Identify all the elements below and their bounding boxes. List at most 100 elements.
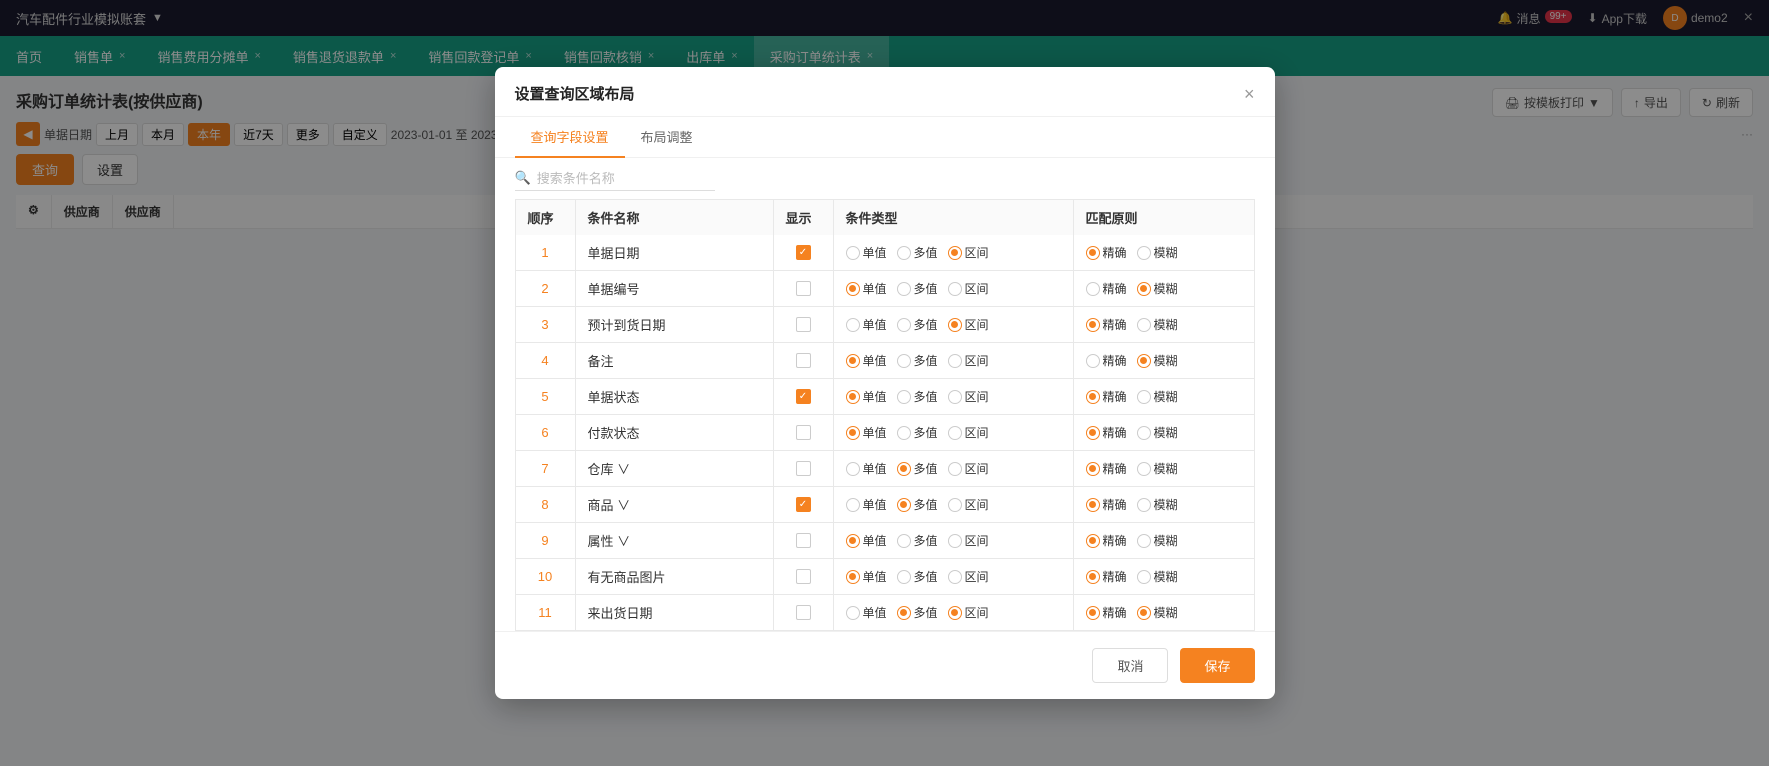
radio-circle-icon [897, 390, 911, 404]
type-radio-item[interactable]: 区间 [948, 352, 989, 369]
type-radio-item[interactable]: 区间 [948, 568, 989, 585]
radio-label: 模糊 [1154, 316, 1178, 333]
row-order: 2 [516, 271, 576, 306]
match-radio-item[interactable]: 模糊 [1137, 424, 1178, 441]
match-radio-item[interactable]: 模糊 [1137, 388, 1178, 405]
radio-circle-icon [846, 426, 860, 440]
type-radio-item[interactable]: 区间 [948, 532, 989, 549]
radio-circle-icon [846, 570, 860, 584]
match-radio-item[interactable]: 模糊 [1137, 532, 1178, 549]
radio-circle-icon [846, 282, 860, 296]
match-radio-item[interactable]: 模糊 [1137, 460, 1178, 477]
match-radio-item[interactable]: 模糊 [1137, 568, 1178, 585]
row-display[interactable] [774, 559, 834, 594]
match-radio-item[interactable]: 精确 [1086, 460, 1127, 477]
display-checkbox[interactable] [796, 605, 811, 620]
radio-label: 单值 [863, 424, 887, 441]
radio-label: 模糊 [1154, 496, 1178, 513]
type-radio-item[interactable]: 单值 [846, 352, 887, 369]
match-radio-item[interactable]: 模糊 [1137, 604, 1178, 621]
type-radio-item[interactable]: 单值 [846, 280, 887, 297]
type-radio-item[interactable]: 多值 [897, 568, 938, 585]
cancel-button[interactable]: 取消 [1092, 648, 1168, 683]
display-checkbox[interactable] [796, 245, 811, 260]
type-radio-item[interactable]: 单值 [846, 604, 887, 621]
type-radio-item[interactable]: 单值 [846, 316, 887, 333]
display-checkbox[interactable] [796, 317, 811, 332]
type-radio-item[interactable]: 单值 [846, 244, 887, 261]
row-display[interactable] [774, 487, 834, 522]
type-radio-item[interactable]: 单值 [846, 496, 887, 513]
match-radio-item[interactable]: 模糊 [1137, 316, 1178, 333]
type-radio-item[interactable]: 多值 [897, 352, 938, 369]
type-radio-item[interactable]: 多值 [897, 280, 938, 297]
match-radio-item[interactable]: 精确 [1086, 532, 1127, 549]
dialog-close-button[interactable]: × [1244, 85, 1255, 103]
row-display[interactable] [774, 379, 834, 414]
match-radio-item[interactable]: 精确 [1086, 244, 1127, 261]
display-checkbox[interactable] [796, 497, 811, 512]
display-checkbox[interactable] [796, 425, 811, 440]
type-radio-item[interactable]: 多值 [897, 316, 938, 333]
type-radio-item[interactable]: 单值 [846, 424, 887, 441]
row-display[interactable] [774, 523, 834, 558]
match-radio-item[interactable]: 精确 [1086, 424, 1127, 441]
type-radio-item[interactable]: 区间 [948, 388, 989, 405]
type-radio-item[interactable]: 区间 [948, 424, 989, 441]
match-radio-item[interactable]: 精确 [1086, 604, 1127, 621]
row-display[interactable] [774, 595, 834, 630]
row-order: 7 [516, 451, 576, 486]
display-checkbox[interactable] [796, 533, 811, 548]
radio-label: 区间 [965, 532, 989, 549]
row-display[interactable] [774, 451, 834, 486]
radio-circle-icon [948, 354, 962, 368]
type-radio-item[interactable]: 单值 [846, 532, 887, 549]
match-radio-item[interactable]: 精确 [1086, 568, 1127, 585]
match-radio-item[interactable]: 模糊 [1137, 280, 1178, 297]
type-radio-item[interactable]: 多值 [897, 388, 938, 405]
type-radio-item[interactable]: 区间 [948, 604, 989, 621]
type-radio-item[interactable]: 单值 [846, 460, 887, 477]
type-radio-item[interactable]: 区间 [948, 460, 989, 477]
match-radio-item[interactable]: 精确 [1086, 316, 1127, 333]
match-radio-item[interactable]: 精确 [1086, 280, 1127, 297]
type-radio-item[interactable]: 多值 [897, 460, 938, 477]
type-radio-item[interactable]: 单值 [846, 388, 887, 405]
type-radio-item[interactable]: 单值 [846, 568, 887, 585]
row-display[interactable] [774, 271, 834, 306]
row-display[interactable] [774, 235, 834, 270]
row-display[interactable] [774, 415, 834, 450]
display-checkbox[interactable] [796, 353, 811, 368]
match-radio-item[interactable]: 精确 [1086, 496, 1127, 513]
display-checkbox[interactable] [796, 569, 811, 584]
row-match: 精确模糊 [1074, 523, 1254, 558]
type-radio-item[interactable]: 多值 [897, 532, 938, 549]
row-display[interactable] [774, 343, 834, 378]
type-radio-item[interactable]: 多值 [897, 496, 938, 513]
type-radio-item[interactable]: 多值 [897, 424, 938, 441]
match-radio-item[interactable]: 模糊 [1137, 244, 1178, 261]
radio-circle-icon [1137, 498, 1151, 512]
type-radio-item[interactable]: 区间 [948, 280, 989, 297]
row-name: 来出货日期 [576, 595, 774, 630]
search-input[interactable] [537, 171, 715, 186]
match-radio-item[interactable]: 精确 [1086, 352, 1127, 369]
save-button[interactable]: 保存 [1180, 648, 1254, 683]
radio-circle-icon [1137, 318, 1151, 332]
display-checkbox[interactable] [796, 281, 811, 296]
radio-circle-icon [846, 318, 860, 332]
type-radio-item[interactable]: 区间 [948, 244, 989, 261]
type-radio-item[interactable]: 区间 [948, 496, 989, 513]
type-radio-item[interactable]: 多值 [897, 244, 938, 261]
dialog-tab-layout[interactable]: 布局调整 [625, 117, 709, 158]
display-checkbox[interactable] [796, 389, 811, 404]
type-radio-item[interactable]: 区间 [948, 316, 989, 333]
row-display[interactable] [774, 307, 834, 342]
match-radio-item[interactable]: 模糊 [1137, 496, 1178, 513]
match-radio-item[interactable]: 精确 [1086, 388, 1127, 405]
radio-label: 多值 [914, 532, 938, 549]
dialog-tab-fields[interactable]: 查询字段设置 [515, 117, 625, 158]
display-checkbox[interactable] [796, 461, 811, 476]
match-radio-item[interactable]: 模糊 [1137, 352, 1178, 369]
type-radio-item[interactable]: 多值 [897, 604, 938, 621]
